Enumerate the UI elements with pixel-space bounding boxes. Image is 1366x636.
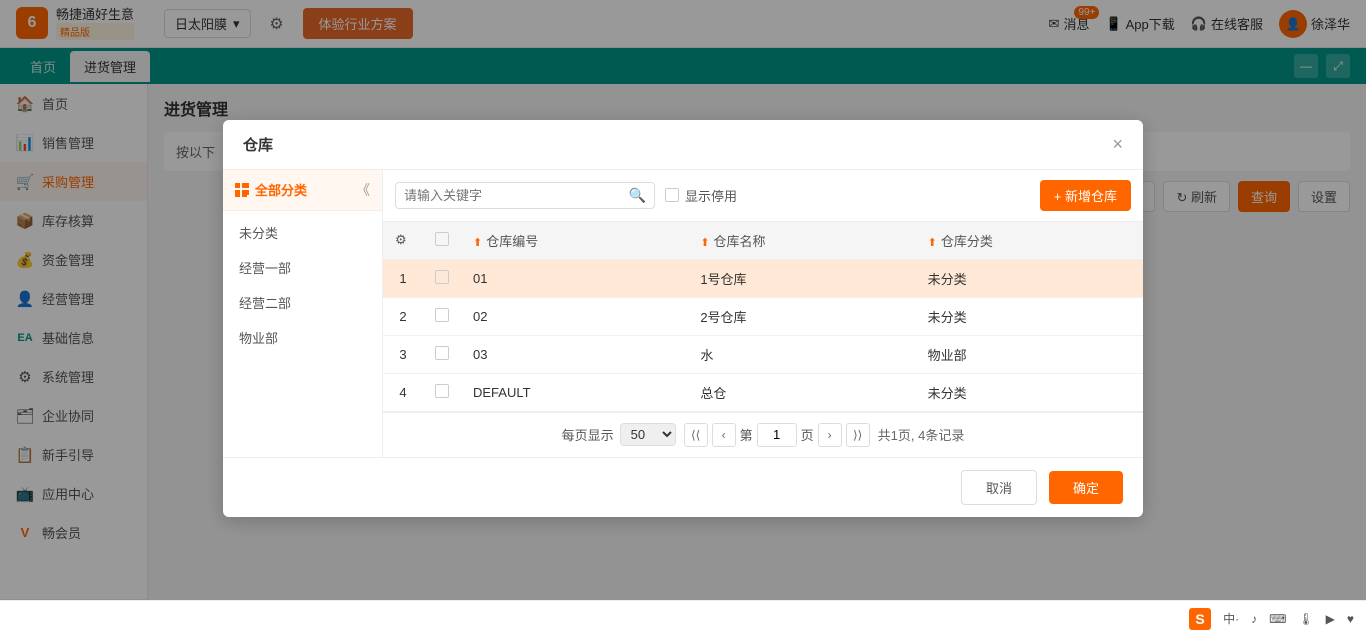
table-panel: 🔍 显示停用 + 新增仓库 ⚙ [383,170,1143,457]
modal-header: 仓库 × [223,120,1143,170]
row-3-check[interactable] [423,335,461,373]
cancel-button[interactable]: 取消 [961,470,1037,505]
search-box: 🔍 [395,182,655,209]
row-3-index: 3 [383,335,423,373]
row-4-category: 未分类 [916,373,1143,411]
page-nav: ⟨⟨ ‹ 第 页 › ⟩⟩ [684,423,870,447]
page-total-info: 共1页, 4条记录 [878,425,965,444]
row-1-index: 1 [383,259,423,297]
all-categories[interactable]: 全部分类 [235,180,307,199]
modal-body: 全部分类 《 未分类 经营一部 经营二部 物业部 🔍 [223,170,1143,457]
row-1-name: 1号仓库 [688,259,915,297]
status-favorite[interactable]: ♥ [1347,612,1354,626]
category-item-dept1[interactable]: 经营一部 [223,250,382,285]
first-page-button[interactable]: ⟨⟨ [684,423,708,447]
warehouse-modal: 仓库 × 全部分类 《 未分类 经营一部 经营二部 物业部 [223,120,1143,517]
grid-icon [235,183,249,197]
row-4-index: 4 [383,373,423,411]
col-check-header [423,222,461,260]
row-1-category: 未分类 [916,259,1143,297]
row-3-code: 03 [461,335,688,373]
confirm-button[interactable]: 确定 [1049,471,1123,504]
add-warehouse-button[interactable]: + 新增仓库 [1040,180,1131,211]
page-label: 第 [740,425,753,444]
pagination: 每页显示 50 100 200 ⟨⟨ ‹ 第 页 › [383,412,1143,457]
next-page-button[interactable]: › [818,423,842,447]
all-categories-label: 全部分类 [255,180,307,199]
per-page-label: 每页显示 [562,425,614,444]
row-1-code: 01 [461,259,688,297]
search-icon[interactable]: 🔍 [629,187,646,204]
show-disabled-label: 显示停用 [685,186,737,205]
row-2-category: 未分类 [916,297,1143,335]
modal-footer: 取消 确定 [223,457,1143,517]
table-toolbar: 🔍 显示停用 + 新增仓库 [383,170,1143,222]
page-size-select: 每页显示 50 100 200 [562,423,676,446]
status-play[interactable]: ▶ [1326,612,1335,626]
collapse-icon[interactable]: 《 [356,180,370,200]
row-2-index: 2 [383,297,423,335]
col-name-header: ⬆仓库名称 [688,222,915,260]
data-table: ⚙ ⬆仓库编号 ⬆仓库名称 ⬆仓库分类 1 01 [383,222,1143,412]
category-list: 未分类 经营一部 经营二部 物业部 [223,211,382,457]
table-header-row: ⚙ ⬆仓库编号 ⬆仓库名称 ⬆仓库分类 [383,222,1143,260]
warehouse-table: ⚙ ⬆仓库编号 ⬆仓库名称 ⬆仓库分类 1 01 [383,222,1143,412]
modal-overlay: 仓库 × 全部分类 《 未分类 经营一部 经营二部 物业部 [0,0,1366,636]
per-page-dropdown[interactable]: 50 100 200 [620,423,676,446]
modal-title: 仓库 [243,134,273,155]
page-input[interactable] [757,423,797,447]
row-3-category: 物业部 [916,335,1143,373]
status-bar: S 中· ♪ ⌨ 🌡 ▶ ♥ [0,600,1366,636]
show-disabled-toggle[interactable]: 显示停用 [665,186,737,205]
col-code-header: ⬆仓库编号 [461,222,688,260]
row-4-check[interactable] [423,373,461,411]
s-logo: S [1189,608,1211,630]
category-item-property[interactable]: 物业部 [223,320,382,355]
status-chinese[interactable]: 中· [1223,610,1239,627]
category-panel: 全部分类 《 未分类 经营一部 经营二部 物业部 [223,170,383,457]
last-page-button[interactable]: ⟩⟩ [846,423,870,447]
col-settings-header: ⚙ [383,222,423,260]
modal-close-button[interactable]: × [1112,135,1123,153]
table-row[interactable]: 2 02 2号仓库 未分类 [383,297,1143,335]
row-4-code: DEFAULT [461,373,688,411]
table-row[interactable]: 1 01 1号仓库 未分类 [383,259,1143,297]
row-4-name: 总仓 [688,373,915,411]
category-item-unclassified[interactable]: 未分类 [223,215,382,250]
col-category-header: ⬆仓库分类 [916,222,1143,260]
status-keyboard[interactable]: ⌨ [1269,612,1286,626]
row-2-check[interactable] [423,297,461,335]
row-2-name: 2号仓库 [688,297,915,335]
page-unit: 页 [801,425,814,444]
search-input[interactable] [404,188,623,203]
status-sound[interactable]: ♪ [1251,612,1257,626]
row-1-check[interactable] [423,259,461,297]
row-3-name: 水 [688,335,915,373]
prev-page-button[interactable]: ‹ [712,423,736,447]
category-item-dept2[interactable]: 经营二部 [223,285,382,320]
show-disabled-checkbox[interactable] [665,188,679,202]
category-header: 全部分类 《 [223,170,382,211]
table-row[interactable]: 3 03 水 物业部 [383,335,1143,373]
table-row[interactable]: 4 DEFAULT 总仓 未分类 [383,373,1143,411]
status-temp[interactable]: 🌡 [1298,612,1313,626]
row-2-code: 02 [461,297,688,335]
